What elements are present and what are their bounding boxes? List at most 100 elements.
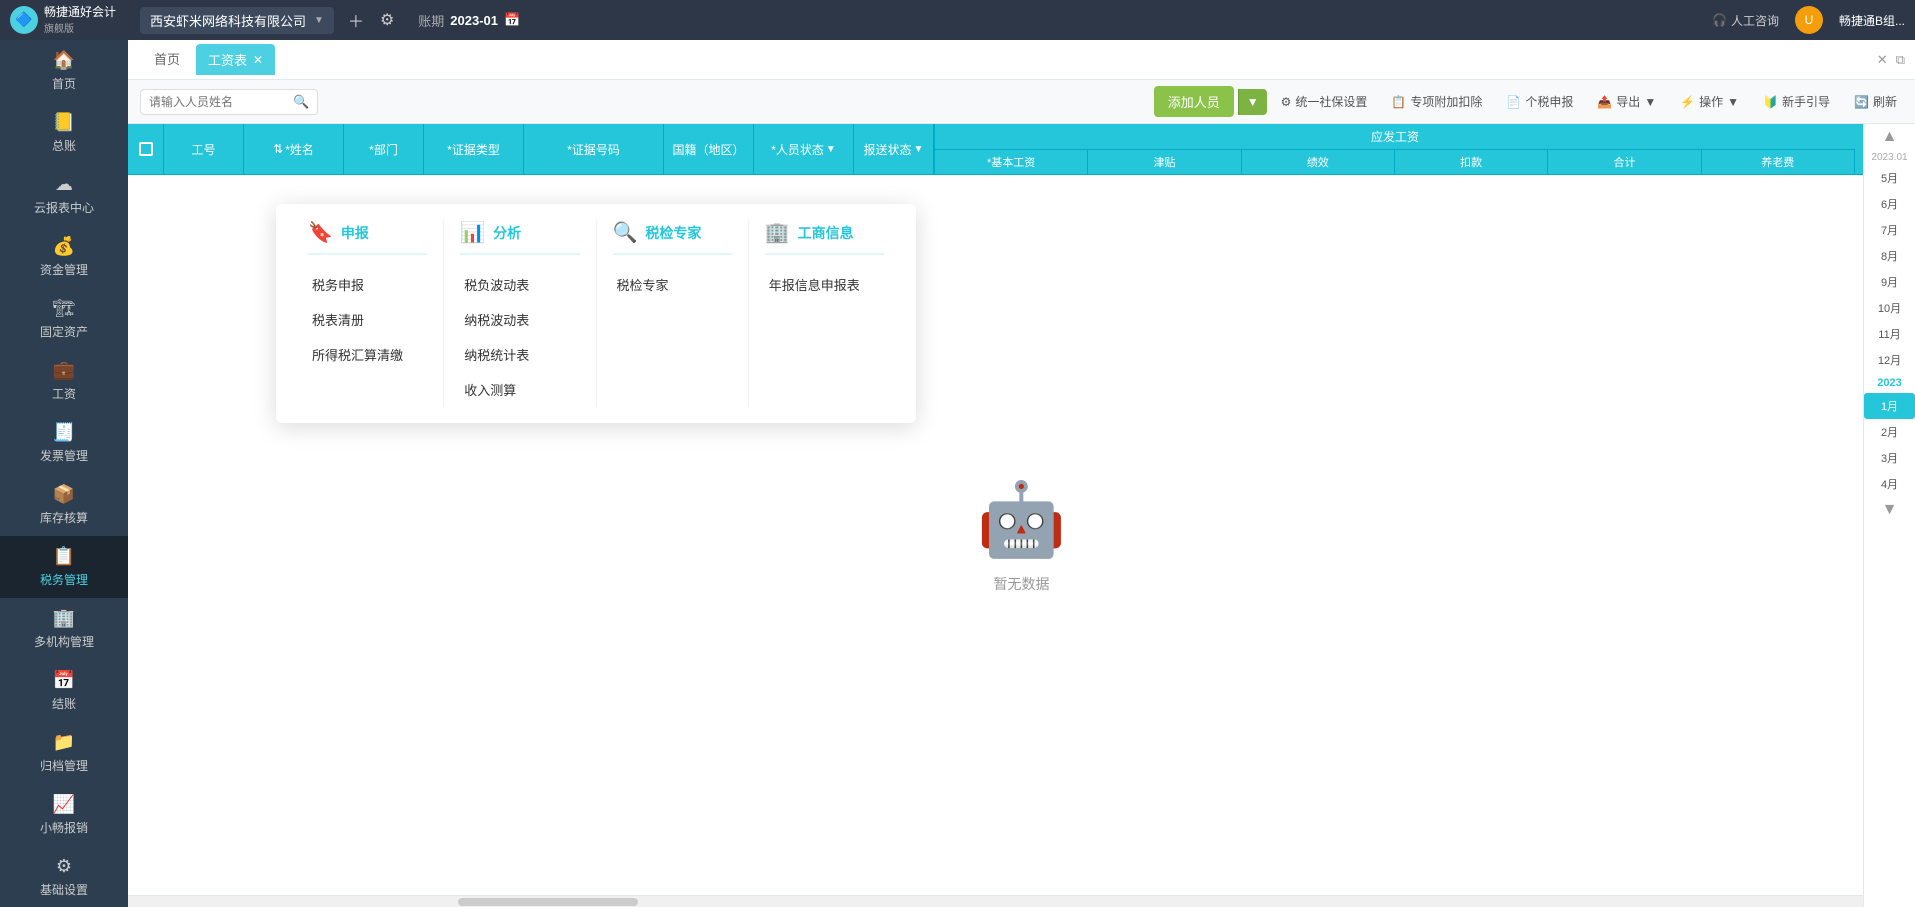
sidebar-item-ledger[interactable]: 📒 总账 <box>0 102 128 164</box>
dropdown-item-tax-settlement[interactable]: 所得税汇算清缴 <box>308 337 427 372</box>
dropdown-item-income-calc[interactable]: 收入测算 <box>460 372 579 407</box>
sidebar-item-close[interactable]: 📅 结账 <box>0 660 128 722</box>
special-deduction-btn[interactable]: 📋 专项附加扣除 <box>1385 89 1488 114</box>
select-all-checkbox[interactable] <box>139 142 153 156</box>
user-name: 畅捷通B组... <box>1839 12 1905 29</box>
dropdown-item-expert[interactable]: 税检专家 <box>613 267 732 302</box>
sidebar-label-report: 小畅报销 <box>40 819 88 836</box>
th-wage-group: 应发工资 *基本工资 津贴 绩效 扣款 合计 养老费 <box>934 124 1855 174</box>
th-checkbox[interactable] <box>128 124 164 174</box>
calendar-sep[interactable]: 9月 <box>1864 269 1915 295</box>
refresh-btn[interactable]: 🔄 刷新 <box>1848 89 1903 114</box>
calendar-oct[interactable]: 10月 <box>1864 295 1915 321</box>
calendar-icon[interactable]: 📅 <box>504 12 520 28</box>
th-name-label: *姓名 <box>285 141 314 158</box>
dropdown-item-payment-fluctuation[interactable]: 纳税波动表 <box>460 302 579 337</box>
guide-toolbar-icon: 🔰 <box>1763 95 1778 109</box>
sidebar-item-archive[interactable]: 📁 归档管理 <box>0 722 128 784</box>
sidebar-item-assets[interactable]: 🏗 固定资产 <box>0 288 128 350</box>
dropdown-item-annual-report[interactable]: 年报信息申报表 <box>765 267 884 302</box>
header-icons: ＋ ⚙ <box>344 6 398 34</box>
th-report-filter-icon[interactable]: ▼ <box>914 144 924 155</box>
th-status-filter-icon[interactable]: ▼ <box>826 144 836 155</box>
th-report-status[interactable]: 报送状态 ▼ <box>854 124 934 174</box>
special-deduction-label: 专项附加扣除 <box>1410 93 1482 110</box>
calendar-jan-active[interactable]: 1月 <box>1864 393 1915 419</box>
archive-icon: 📁 <box>53 732 75 753</box>
sidebar-label-invoice: 发票管理 <box>40 447 88 464</box>
th-base-wage: *基本工资 <box>935 150 1088 174</box>
tab-home[interactable]: 首页 <box>138 41 196 78</box>
calendar-feb[interactable]: 2月 <box>1864 419 1915 445</box>
service-btn[interactable]: 🎧 人工咨询 <box>1712 12 1779 29</box>
tab-close-window-icon[interactable]: ✕ <box>1877 52 1888 68</box>
dropdown-item-tax-return[interactable]: 税务申报 <box>308 267 427 302</box>
calendar-jun[interactable]: 6月 <box>1864 191 1915 217</box>
calendar-aug[interactable]: 8月 <box>1864 243 1915 269</box>
multi-icon: 🏢 <box>53 608 75 629</box>
calendar-dec[interactable]: 12月 <box>1864 347 1915 373</box>
social-insurance-label: 统一社保设置 <box>1295 93 1367 110</box>
calendar-year-prev: 2023.01 <box>1871 150 1907 165</box>
sidebar-item-stock[interactable]: 📦 库存核算 <box>0 474 128 536</box>
sidebar-item-payroll[interactable]: 💼 工资 <box>0 350 128 412</box>
th-dept: *部门 <box>344 124 424 174</box>
calendar-jul[interactable]: 7月 <box>1864 217 1915 243</box>
calendar-apr[interactable]: 4月 <box>1864 471 1915 497</box>
logo-area: 🔷 畅捷通好会计 旗舰版 <box>10 5 130 34</box>
sidebar-label-ledger: 总账 <box>52 137 76 154</box>
fenxi-icon: 📊 <box>460 220 485 245</box>
operation-arrow: ▼ <box>1727 95 1739 109</box>
table-header-top: 工号 ⇅ *姓名 *部门 *证据类型 *证据号码 国籍（地区） *人员状态 ▼ … <box>128 124 1915 175</box>
calendar-nav-up[interactable]: ▲ <box>1864 124 1915 150</box>
sidebar-item-cloud[interactable]: ☁ 云报表中心 <box>0 164 128 226</box>
sidebar-item-tax[interactable]: 📋 税务管理 <box>0 536 128 598</box>
close-icon: 📅 <box>53 670 75 691</box>
sidebar-label-archive: 归档管理 <box>40 757 88 774</box>
settings-icon: ⚙ <box>56 856 72 877</box>
scroll-bar[interactable] <box>128 895 1915 907</box>
tab-close-btn[interactable]: ✕ <box>253 53 263 67</box>
th-report-status-label: 报送状态 <box>864 141 912 158</box>
dropdown-col-shenbao: 🔖 申报 税务申报 税表清册 所得税汇算清缴 <box>292 220 444 407</box>
th-status[interactable]: *人员状态 ▼ <box>754 124 854 174</box>
sidebar-item-report[interactable]: 📈 小畅报销 <box>0 784 128 846</box>
sidebar-item-settings[interactable]: ⚙ 基础设置 <box>0 846 128 907</box>
calendar-mar[interactable]: 3月 <box>1864 445 1915 471</box>
company-selector[interactable]: 西安虾米网络科技有限公司 ▼ <box>140 7 334 34</box>
calendar-nov[interactable]: 11月 <box>1864 321 1915 347</box>
tax-return-btn[interactable]: 📄 个税申报 <box>1500 89 1579 114</box>
sidebar-item-invoice[interactable]: 🧾 发票管理 <box>0 412 128 474</box>
th-name[interactable]: ⇅ *姓名 <box>244 124 344 174</box>
empty-state: 🤖 暂无数据 <box>977 477 1067 594</box>
logo-icon: 🔷 <box>10 6 38 34</box>
export-btn[interactable]: 📤 导出 ▼ <box>1591 89 1662 114</box>
period-label: 账期 <box>418 11 444 30</box>
tab-restore-icon[interactable]: ⧉ <box>1896 52 1905 68</box>
service-label: 人工咨询 <box>1731 12 1779 29</box>
home-icon: 🏠 <box>53 50 75 71</box>
dropdown-item-payment-stats[interactable]: 纳税统计表 <box>460 337 579 372</box>
guide-btn[interactable]: 🔰 新手引导 <box>1757 89 1836 114</box>
sort-icon: ⇅ <box>273 142 283 156</box>
sidebar-item-multi[interactable]: 🏢 多机构管理 <box>0 598 128 660</box>
scroll-thumb[interactable] <box>458 898 638 906</box>
th-region: 国籍（地区） <box>664 124 754 174</box>
dropdown-item-tax-table[interactable]: 税表清册 <box>308 302 427 337</box>
add-person-dropdown-btn[interactable]: ▼ <box>1238 89 1267 115</box>
sidebar-label-assets: 固定资产 <box>40 323 88 340</box>
sidebar-item-funds[interactable]: 💰 资金管理 <box>0 226 128 288</box>
settings-icon-btn[interactable]: ⚙ <box>376 8 398 32</box>
calendar-nav-down[interactable]: ▼ <box>1864 497 1915 523</box>
add-icon-btn[interactable]: ＋ <box>344 6 368 34</box>
calendar-may[interactable]: 5月 <box>1864 165 1915 191</box>
dropdown-item-tax-fluctuation[interactable]: 税负波动表 <box>460 267 579 302</box>
special-deduction-icon: 📋 <box>1391 95 1406 109</box>
sidebar-item-home[interactable]: 🏠 首页 <box>0 40 128 102</box>
add-person-btn[interactable]: 添加人员 <box>1154 86 1234 117</box>
search-input[interactable] <box>149 95 289 109</box>
social-insurance-btn[interactable]: ⚙ 统一社保设置 <box>1275 89 1374 114</box>
funds-icon: 💰 <box>53 236 75 257</box>
operation-btn[interactable]: ⚡ 操作 ▼ <box>1674 89 1745 114</box>
tab-payroll[interactable]: 工资表 ✕ <box>196 44 275 75</box>
